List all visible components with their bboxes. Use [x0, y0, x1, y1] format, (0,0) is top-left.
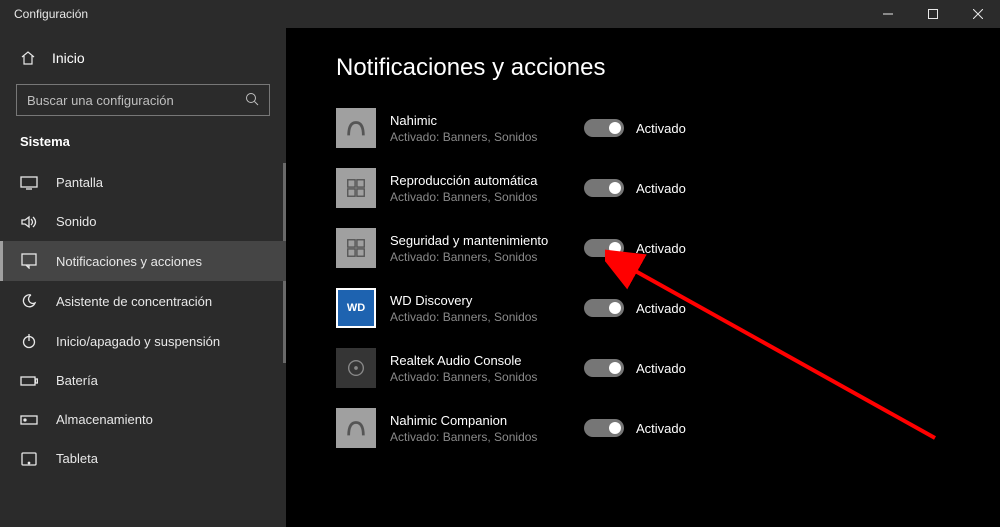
app-name: Reproducción automática	[390, 173, 537, 188]
app-row-nahimic-companion[interactable]: Nahimic Companion Activado: Banners, Son…	[336, 408, 1000, 448]
app-name: Nahimic Companion	[390, 413, 537, 428]
page-title: Notificaciones y acciones	[336, 54, 1000, 82]
storage-icon	[20, 414, 38, 426]
home-button[interactable]: Inicio	[0, 38, 286, 80]
app-icon: WD	[336, 288, 376, 328]
display-icon	[20, 176, 38, 190]
nav-item-pantalla[interactable]: Pantalla	[0, 163, 286, 202]
close-button[interactable]	[955, 0, 1000, 28]
app-status: Activado: Banners, Sonidos	[390, 310, 537, 324]
toggle-label: Activado	[636, 361, 686, 376]
app-name: Seguridad y mantenimiento	[390, 233, 548, 248]
nav-label: Tableta	[56, 451, 98, 466]
toggle-switch[interactable]	[584, 119, 624, 137]
nav-item-bateria[interactable]: Batería	[0, 361, 286, 400]
toggle-switch[interactable]	[584, 239, 624, 257]
category-title: Sistema	[0, 134, 286, 163]
nav-label: Sonido	[56, 214, 96, 229]
nav-list: Pantalla Sonido Notificaciones y accione…	[0, 163, 286, 527]
sound-icon	[20, 215, 38, 229]
minimize-button[interactable]	[865, 0, 910, 28]
notification-icon	[20, 253, 38, 269]
app-icon	[336, 168, 376, 208]
home-icon	[20, 50, 36, 66]
toggle-switch[interactable]	[584, 359, 624, 377]
app-row-seguridad[interactable]: Seguridad y mantenimiento Activado: Bann…	[336, 228, 1000, 268]
nav-item-notificaciones[interactable]: Notificaciones y acciones	[0, 241, 286, 281]
main-content: Notificaciones y acciones Nahimic Activa…	[286, 28, 1000, 527]
nav-label: Pantalla	[56, 175, 103, 190]
nav-item-sonido[interactable]: Sonido	[0, 202, 286, 241]
app-name: Realtek Audio Console	[390, 353, 537, 368]
nav-item-almacenamiento[interactable]: Almacenamiento	[0, 400, 286, 439]
toggle-switch[interactable]	[584, 179, 624, 197]
sidebar: Inicio Sistema Pantalla	[0, 28, 286, 527]
nav-label: Asistente de concentración	[56, 294, 212, 309]
focus-icon	[20, 293, 38, 309]
app-row-wd-discovery[interactable]: WD WD Discovery Activado: Banners, Sonid…	[336, 288, 1000, 328]
nav-label: Almacenamiento	[56, 412, 153, 427]
titlebar: Configuración	[0, 0, 1000, 28]
app-icon	[336, 228, 376, 268]
battery-icon	[20, 375, 38, 387]
app-status: Activado: Banners, Sonidos	[390, 430, 537, 444]
nav-label: Batería	[56, 373, 98, 388]
search-icon	[245, 92, 259, 109]
toggle-switch[interactable]	[584, 419, 624, 437]
app-status: Activado: Banners, Sonidos	[390, 130, 537, 144]
app-name: Nahimic	[390, 113, 537, 128]
toggle-label: Activado	[636, 241, 686, 256]
app-list: Nahimic Activado: Banners, Sonidos Activ…	[336, 108, 1000, 448]
app-name: WD Discovery	[390, 293, 537, 308]
window-title: Configuración	[0, 7, 88, 21]
nav-label: Notificaciones y acciones	[56, 254, 202, 269]
nav-item-concentracion[interactable]: Asistente de concentración	[0, 281, 286, 321]
home-label: Inicio	[52, 50, 85, 66]
nav-item-inicio-apagado[interactable]: Inicio/apagado y suspensión	[0, 321, 286, 361]
app-icon	[336, 348, 376, 388]
toggle-switch[interactable]	[584, 299, 624, 317]
toggle-label: Activado	[636, 421, 686, 436]
tablet-icon	[20, 452, 38, 466]
search-input[interactable]	[27, 93, 245, 108]
search-box[interactable]	[16, 84, 270, 116]
app-icon	[336, 108, 376, 148]
toggle-label: Activado	[636, 181, 686, 196]
maximize-button[interactable]	[910, 0, 955, 28]
app-row-realtek[interactable]: Realtek Audio Console Activado: Banners,…	[336, 348, 1000, 388]
app-row-nahimic[interactable]: Nahimic Activado: Banners, Sonidos Activ…	[336, 108, 1000, 148]
app-icon	[336, 408, 376, 448]
app-status: Activado: Banners, Sonidos	[390, 370, 537, 384]
app-status: Activado: Banners, Sonidos	[390, 190, 537, 204]
app-row-reproduccion[interactable]: Reproducción automática Activado: Banner…	[336, 168, 1000, 208]
app-status: Activado: Banners, Sonidos	[390, 250, 548, 264]
nav-item-tableta[interactable]: Tableta	[0, 439, 286, 478]
toggle-label: Activado	[636, 121, 686, 136]
toggle-label: Activado	[636, 301, 686, 316]
nav-label: Inicio/apagado y suspensión	[56, 334, 220, 349]
power-icon	[20, 333, 38, 349]
